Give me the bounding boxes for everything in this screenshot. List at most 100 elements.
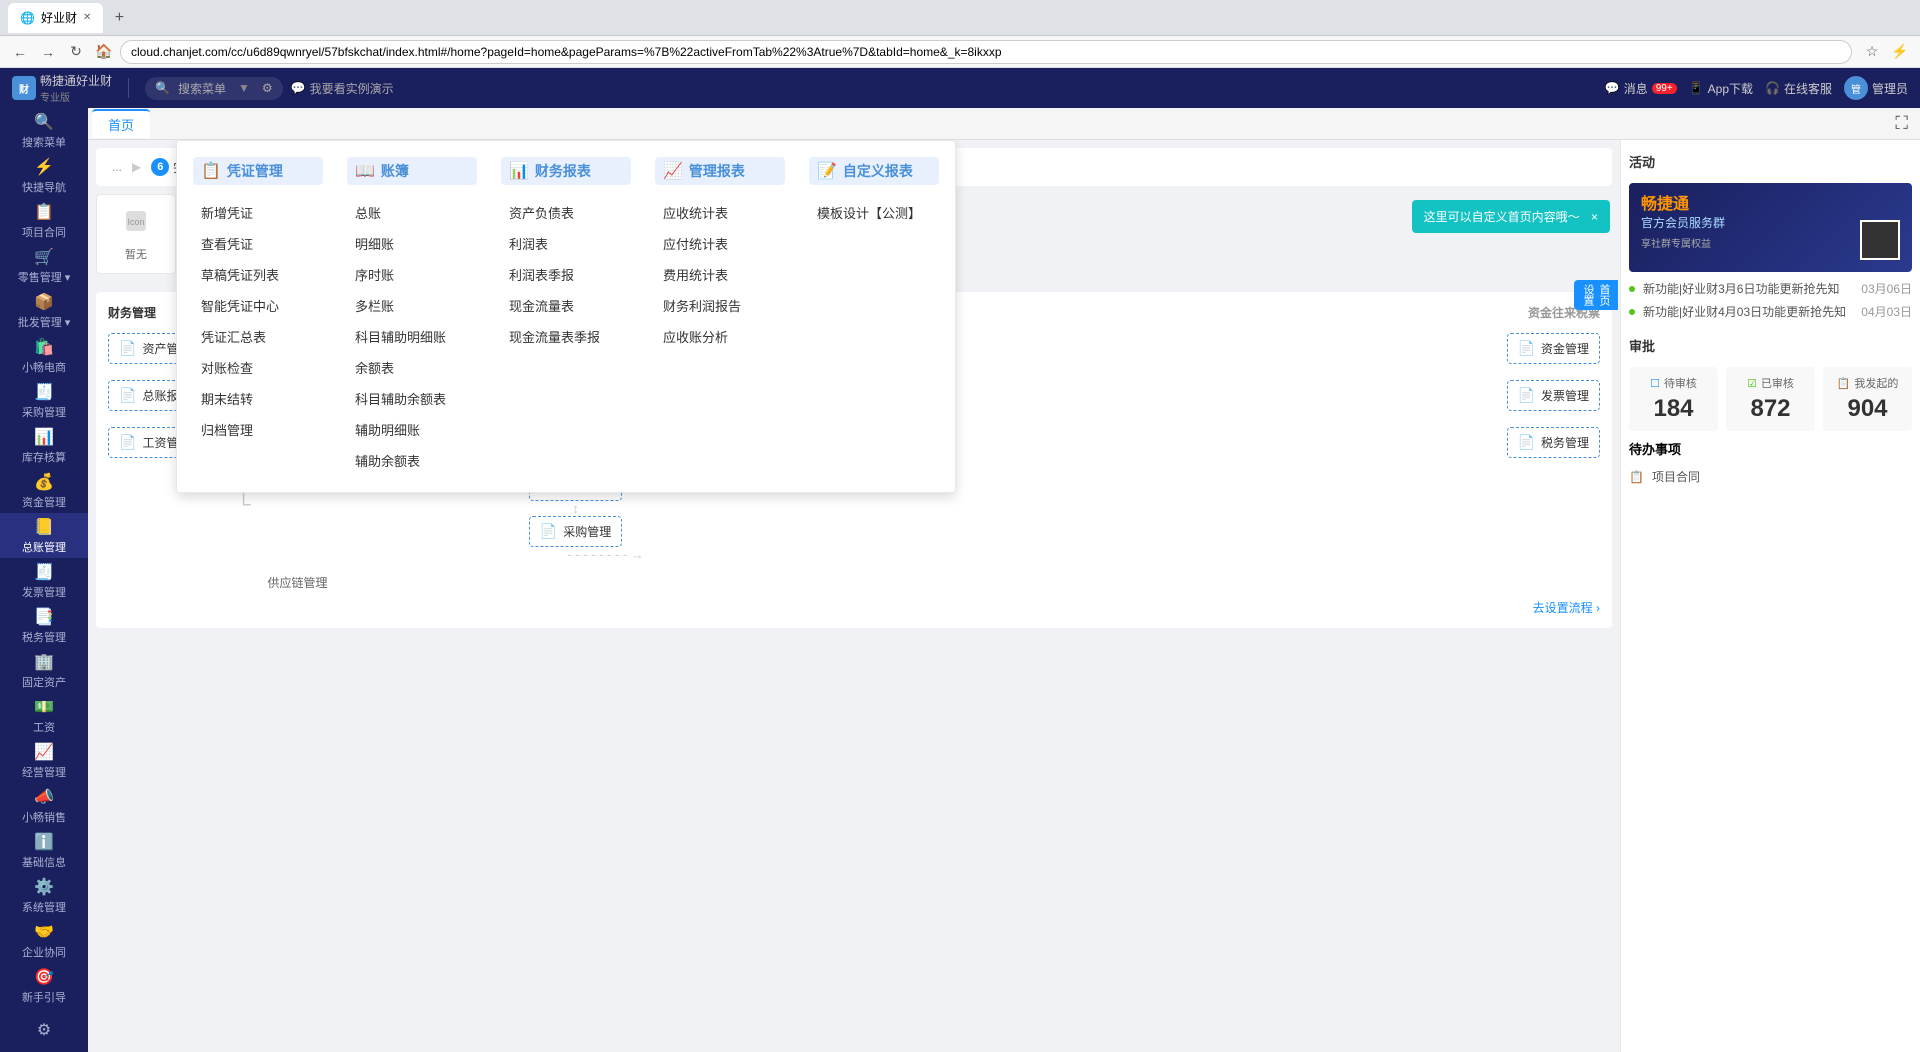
menu-section-header-finance: 📊 财务报表 bbox=[501, 157, 631, 185]
initiated-label: 📋 我发起的 bbox=[1831, 375, 1904, 391]
sidebar-item-assets[interactable]: 🏢 固定资产 bbox=[0, 648, 88, 693]
activity-item-2[interactable]: 新功能|好业财4月03日功能更新抢先知 04月03日 bbox=[1629, 303, 1912, 320]
voucher-header-icon: 📋 bbox=[201, 161, 221, 181]
sidebar-item-collab[interactable]: 🤝 企业协同 bbox=[0, 918, 88, 963]
reload-button[interactable]: ↻ bbox=[64, 40, 88, 64]
quick-nav-icon: ⚡ bbox=[34, 157, 54, 177]
flow-box-tax-mgmt[interactable]: 📄 税务管理 bbox=[1507, 427, 1600, 458]
sidebar-item-finance[interactable]: 💰 资金管理 bbox=[0, 468, 88, 513]
menu-item-receivable-stat[interactable]: 应收统计表 bbox=[655, 197, 785, 228]
sidebar-item-salary[interactable]: 💵 工资 bbox=[0, 693, 88, 738]
menu-section-voucher: 📋 凭证管理 新增凭证 查看凭证 草稿凭证列表 智能凭证中心 凭证汇总表 对账检… bbox=[193, 157, 323, 476]
sidebar-item-invoice[interactable]: 🧾 发票管理 bbox=[0, 558, 88, 603]
forward-button[interactable]: → bbox=[36, 40, 60, 64]
browser-tab[interactable]: 🌐 好业财 ✕ bbox=[8, 3, 103, 33]
online-service-button[interactable]: 🎧 在线客服 bbox=[1765, 80, 1832, 97]
message-button[interactable]: 💬 消息 99+ bbox=[1605, 80, 1677, 97]
address-bar[interactable] bbox=[120, 40, 1852, 64]
sidebar-item-sales[interactable]: 📣 小畅销售 bbox=[0, 783, 88, 828]
sidebar-item-guide[interactable]: 🎯 新手引导 bbox=[0, 963, 88, 1008]
menu-item-time-ledger[interactable]: 序时账 bbox=[347, 259, 477, 290]
sidebar: 🔍 搜索菜单 ⚡ 快捷导航 📋 项目合同 🛒 零售管理 ▾ 📦 批发管理 ▾ 🛍… bbox=[0, 108, 88, 1052]
menu-item-aux-balance[interactable]: 辅助余额表 bbox=[347, 445, 477, 476]
menu-item-cashflow[interactable]: 现金流量表 bbox=[501, 290, 631, 321]
menu-item-archive[interactable]: 归档管理 bbox=[193, 414, 323, 445]
menu-item-subject-balance[interactable]: 科目辅助余额表 bbox=[347, 383, 477, 414]
activity-title: 活动 bbox=[1629, 148, 1912, 175]
approval-card-approved[interactable]: ☑ 已审核 872 bbox=[1726, 367, 1815, 431]
approval-card-pending[interactable]: ☐ 待审核 184 bbox=[1629, 367, 1718, 431]
sidebar-item-basic-info[interactable]: ℹ️ 基础信息 bbox=[0, 828, 88, 873]
menu-item-reconcile[interactable]: 对账检查 bbox=[193, 352, 323, 383]
approval-card-initiated[interactable]: 📋 我发起的 904 bbox=[1823, 367, 1912, 431]
menu-item-income-statement[interactable]: 利润表 bbox=[501, 228, 631, 259]
tab-home[interactable]: 首页 bbox=[92, 109, 150, 138]
home-button[interactable]: 🏠 bbox=[92, 40, 116, 64]
sidebar-item-ledger[interactable]: 📒 总账管理 bbox=[0, 513, 88, 558]
menu-item-cashflow-quarterly[interactable]: 现金流量表季报 bbox=[501, 321, 631, 352]
sidebar-item-inventory[interactable]: 📊 库存核算 bbox=[0, 423, 88, 468]
sidebar-item-system[interactable]: ⚙️ 系统管理 bbox=[0, 873, 88, 918]
menu-item-detailed-ledger[interactable]: 明细账 bbox=[347, 228, 477, 259]
flow-box-fund-mgmt[interactable]: 📄 资金管理 bbox=[1507, 333, 1600, 364]
sidebar-item-project[interactable]: 📋 项目合同 bbox=[0, 198, 88, 243]
menu-item-subject-detail[interactable]: 科目辅助明细账 bbox=[347, 321, 477, 352]
todo-item-project[interactable]: 📋 项目合同 bbox=[1629, 464, 1912, 489]
ledger-title: 账簿 bbox=[381, 161, 409, 181]
approval-cards: ☐ 待审核 184 ☑ 已审核 872 bbox=[1629, 367, 1912, 431]
menu-item-template-design[interactable]: 模板设计【公测】 bbox=[809, 197, 939, 228]
sidebar-item-search[interactable]: 🔍 搜索菜单 bbox=[0, 108, 88, 153]
sidebar-settings-button[interactable]: ⚙ bbox=[0, 1008, 88, 1052]
flow-box-purchase[interactable]: 📄 采购管理 bbox=[529, 516, 622, 547]
header-search[interactable]: 🔍 搜索菜单 ▼ ⚙ bbox=[145, 77, 283, 100]
page-content: ... ▶ 6 完善期初 ✓ ············ 7 学习开单查报表 ○ bbox=[88, 140, 1920, 1052]
new-tab-button[interactable]: + bbox=[107, 6, 131, 30]
menu-item-new-voucher[interactable]: 新增凭证 bbox=[193, 197, 323, 228]
menu-item-period-end[interactable]: 期末结转 bbox=[193, 383, 323, 414]
icon-card-1[interactable]: Icon 暂无 bbox=[96, 194, 176, 274]
ledger-box-icon: 📄 bbox=[119, 387, 136, 404]
guide-icon: 🎯 bbox=[34, 967, 54, 987]
back-button[interactable]: ← bbox=[8, 40, 32, 64]
maximize-button[interactable]: ⛶ bbox=[1887, 113, 1916, 134]
menu-item-balance[interactable]: 余额表 bbox=[347, 352, 477, 383]
tab-close-button[interactable]: ✕ bbox=[83, 12, 91, 23]
menu-item-general-ledger[interactable]: 总账 bbox=[347, 197, 477, 228]
side-quick-panel[interactable]: 首页设置 bbox=[1574, 280, 1618, 310]
menu-item-multi-column[interactable]: 多栏账 bbox=[347, 290, 477, 321]
invoice-mgmt-label: 发票管理 bbox=[1541, 387, 1589, 404]
app-download-button[interactable]: 📱 App下载 bbox=[1689, 80, 1753, 97]
menu-item-view-voucher[interactable]: 查看凭证 bbox=[193, 228, 323, 259]
approved-icon: ☑ bbox=[1747, 377, 1757, 390]
sidebar-item-retail[interactable]: 🛒 零售管理 ▾ bbox=[0, 243, 88, 288]
tooltip-close-button[interactable]: × bbox=[1591, 210, 1598, 224]
activity-date-2: 04月03日 bbox=[1861, 303, 1912, 320]
sidebar-item-wholesale[interactable]: 📦 批发管理 ▾ bbox=[0, 288, 88, 333]
flow-set-link[interactable]: 去设置流程 › bbox=[1533, 601, 1600, 615]
menu-item-voucher-summary[interactable]: 凭证汇总表 bbox=[193, 321, 323, 352]
bookmark-button[interactable]: ☆ bbox=[1860, 40, 1884, 64]
sidebar-item-purchase[interactable]: 🧾 采购管理 bbox=[0, 378, 88, 423]
menu-item-aux-detail[interactable]: 辅助明细账 bbox=[347, 414, 477, 445]
menu-item-draft-voucher[interactable]: 草稿凭证列表 bbox=[193, 259, 323, 290]
menu-section-mgmt-report: 📈 管理报表 应收统计表 应付统计表 费用统计表 财务利润报告 应收账分析 bbox=[655, 157, 785, 476]
demo-link[interactable]: 💬 我要看实例演示 bbox=[291, 80, 394, 97]
menu-item-balance-sheet[interactable]: 资产负债表 bbox=[501, 197, 631, 228]
settings-icon-header: ⚙ bbox=[262, 81, 273, 95]
header-actions: 💬 消息 99+ 📱 App下载 🎧 在线客服 管 管理员 bbox=[1605, 76, 1908, 100]
pending-num: 184 bbox=[1637, 395, 1710, 423]
menu-item-expense-stat[interactable]: 费用统计表 bbox=[655, 259, 785, 290]
sidebar-item-management[interactable]: 📈 经营管理 bbox=[0, 738, 88, 783]
menu-item-income-quarterly[interactable]: 利润表季报 bbox=[501, 259, 631, 290]
flow-box-invoice-mgmt[interactable]: 📄 发票管理 bbox=[1507, 380, 1600, 411]
menu-item-profit-report[interactable]: 财务利润报告 bbox=[655, 290, 785, 321]
user-avatar[interactable]: 管 管理员 bbox=[1844, 76, 1908, 100]
sidebar-item-tax[interactable]: 📑 税务管理 bbox=[0, 603, 88, 648]
extensions-button[interactable]: ⚡ bbox=[1888, 40, 1912, 64]
menu-item-smart-voucher[interactable]: 智能凭证中心 bbox=[193, 290, 323, 321]
sidebar-item-quick-nav[interactable]: ⚡ 快捷导航 bbox=[0, 153, 88, 198]
activity-item-1[interactable]: 新功能|好业财3月6日功能更新抢先知 03月06日 bbox=[1629, 280, 1912, 297]
sidebar-item-ecommerce[interactable]: 🛍️ 小畅电商 bbox=[0, 333, 88, 378]
menu-item-payable-stat[interactable]: 应付统计表 bbox=[655, 228, 785, 259]
menu-item-receivable-analysis[interactable]: 应收账分析 bbox=[655, 321, 785, 352]
